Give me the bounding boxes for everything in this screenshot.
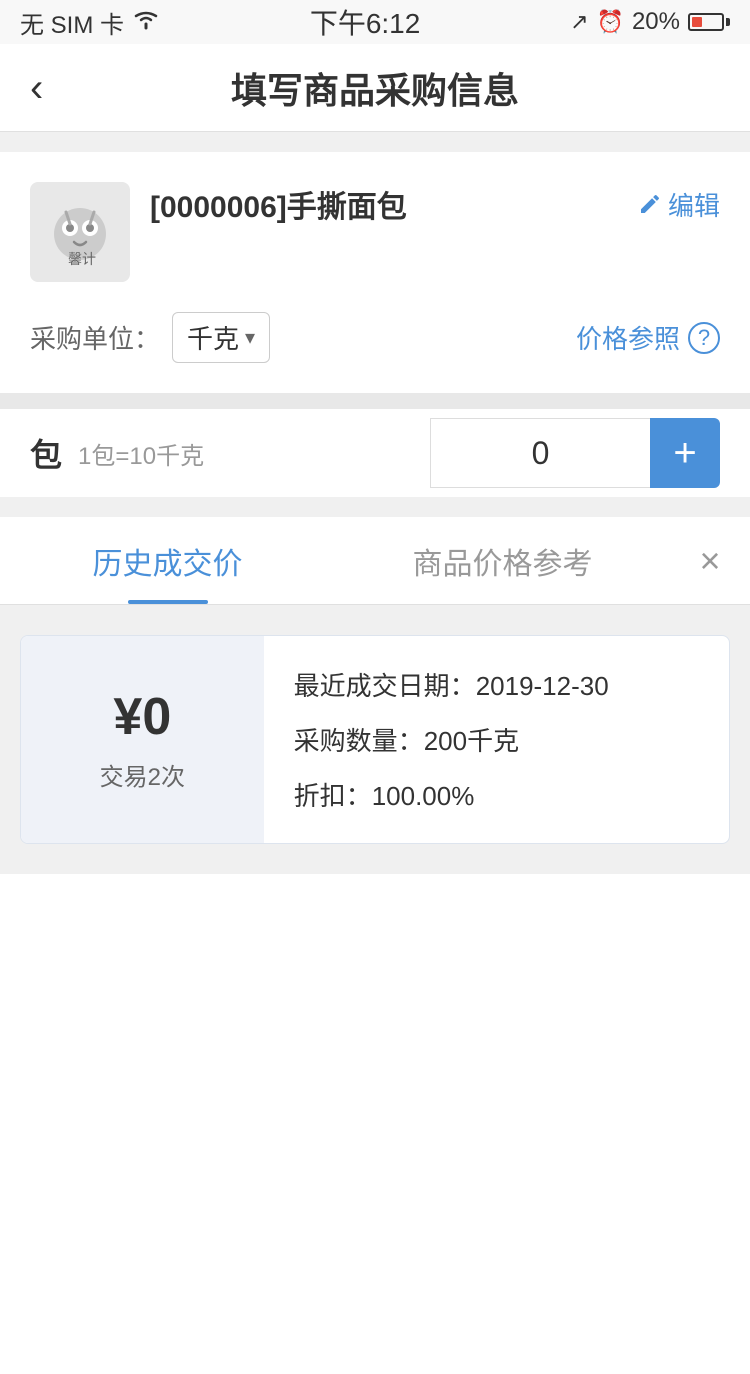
unit-value: 千克 [187,319,239,356]
history-card-left: ¥0 交易2次 [21,636,264,843]
back-button[interactable]: ‹ [30,68,43,108]
status-bar-left: 无 SIM 卡 [20,5,160,40]
product-thumbnail: 馨计 [30,182,130,282]
purchase-unit-left: 采购单位： 千克 ▾ [30,312,270,363]
price-ref-button[interactable]: 价格参照 ? [576,319,720,356]
edit-button[interactable]: 编辑 [638,186,720,223]
svg-text:馨计: 馨计 [68,251,96,267]
sim-label: 无 SIM 卡 [20,5,124,40]
history-discount-label: 折扣： [294,781,372,811]
wifi-icon [132,8,160,37]
product-info: [0000006]手撕面包 编辑 [150,182,720,226]
history-qty-line: 采购数量：200千克 [294,721,699,758]
unit-select[interactable]: 千克 ▾ [172,312,270,363]
battery-icon [688,13,730,31]
quantity-left: 包 1包=10千克 [30,430,204,476]
quantity-unit-main: 包 [30,430,62,476]
quantity-row: 包 1包=10千克 0 + [0,409,750,497]
history-qty-label: 采购数量： [294,726,424,756]
status-bar: 无 SIM 卡 下午6:12 ↗ ⏰ 20% [0,0,750,44]
edit-label: 编辑 [668,186,720,223]
history-price-display: ¥0 [113,687,171,747]
alarm-icon: ⏰ [597,9,624,35]
gray-divider [0,393,750,409]
history-qty-value: 200千克 [424,726,519,756]
tab-history-label: 历史成交价 [93,539,243,583]
quantity-right: 0 + [430,418,720,488]
purchase-unit-row: 采购单位： 千克 ▾ 价格参照 ? [30,312,720,393]
product-card: 馨计 [0000006]手撕面包 编辑 采购单位： 千克 ▾ [0,152,750,393]
status-bar-right: ↗ ⏰ 20% [570,8,730,36]
tab-price-ref[interactable]: 商品价格参考 [335,517,670,604]
header: ‹ 填写商品采购信息 [0,44,750,132]
location-icon: ↗ [570,9,588,35]
history-date-value: 2019-12-30 [476,671,609,701]
tab-active-indicator [128,600,208,604]
history-trades-label: 交易2次 [100,757,185,792]
product-name-row: [0000006]手撕面包 编辑 [150,182,720,226]
history-card-right: 最近成交日期：2019-12-30 采购数量：200千克 折扣：100.00% [264,636,729,843]
chevron-down-icon: ▾ [245,325,255,350]
history-card: ¥0 交易2次 最近成交日期：2019-12-30 采购数量：200千克 折扣：… [20,635,730,844]
quantity-plus-button[interactable]: + [650,418,720,488]
plus-icon: + [673,431,696,476]
quantity-value: 0 [532,435,550,472]
help-icon: ? [688,322,720,354]
history-date-line: 最近成交日期：2019-12-30 [294,666,699,703]
price-ref-label: 价格参照 [576,319,680,356]
price-symbol: ¥ [113,688,142,746]
quantity-unit-sub: 1包=10千克 [78,436,204,471]
price-amount: 0 [142,688,171,746]
history-discount-line: 折扣：100.00% [294,776,699,813]
tab-close-button[interactable]: × [670,540,750,582]
close-icon: × [699,540,720,582]
bottom-area [0,874,750,1374]
time-display: 下午6:12 [310,2,421,42]
product-row: 馨计 [0000006]手撕面包 编辑 [30,182,720,282]
tab-history-price[interactable]: 历史成交价 [0,517,335,604]
history-discount-value: 100.00% [372,781,475,811]
page-title: 填写商品采购信息 [231,62,519,114]
quantity-input[interactable]: 0 [430,418,650,488]
purchase-unit-label: 采购单位： [30,319,160,356]
history-date-label: 最近成交日期： [294,671,476,701]
product-name: [0000006]手撕面包 [150,182,407,226]
tab-price-ref-label: 商品价格参考 [413,539,593,583]
tab-bar: 历史成交价 商品价格参考 × [0,517,750,605]
battery-percent: 20% [632,8,680,36]
